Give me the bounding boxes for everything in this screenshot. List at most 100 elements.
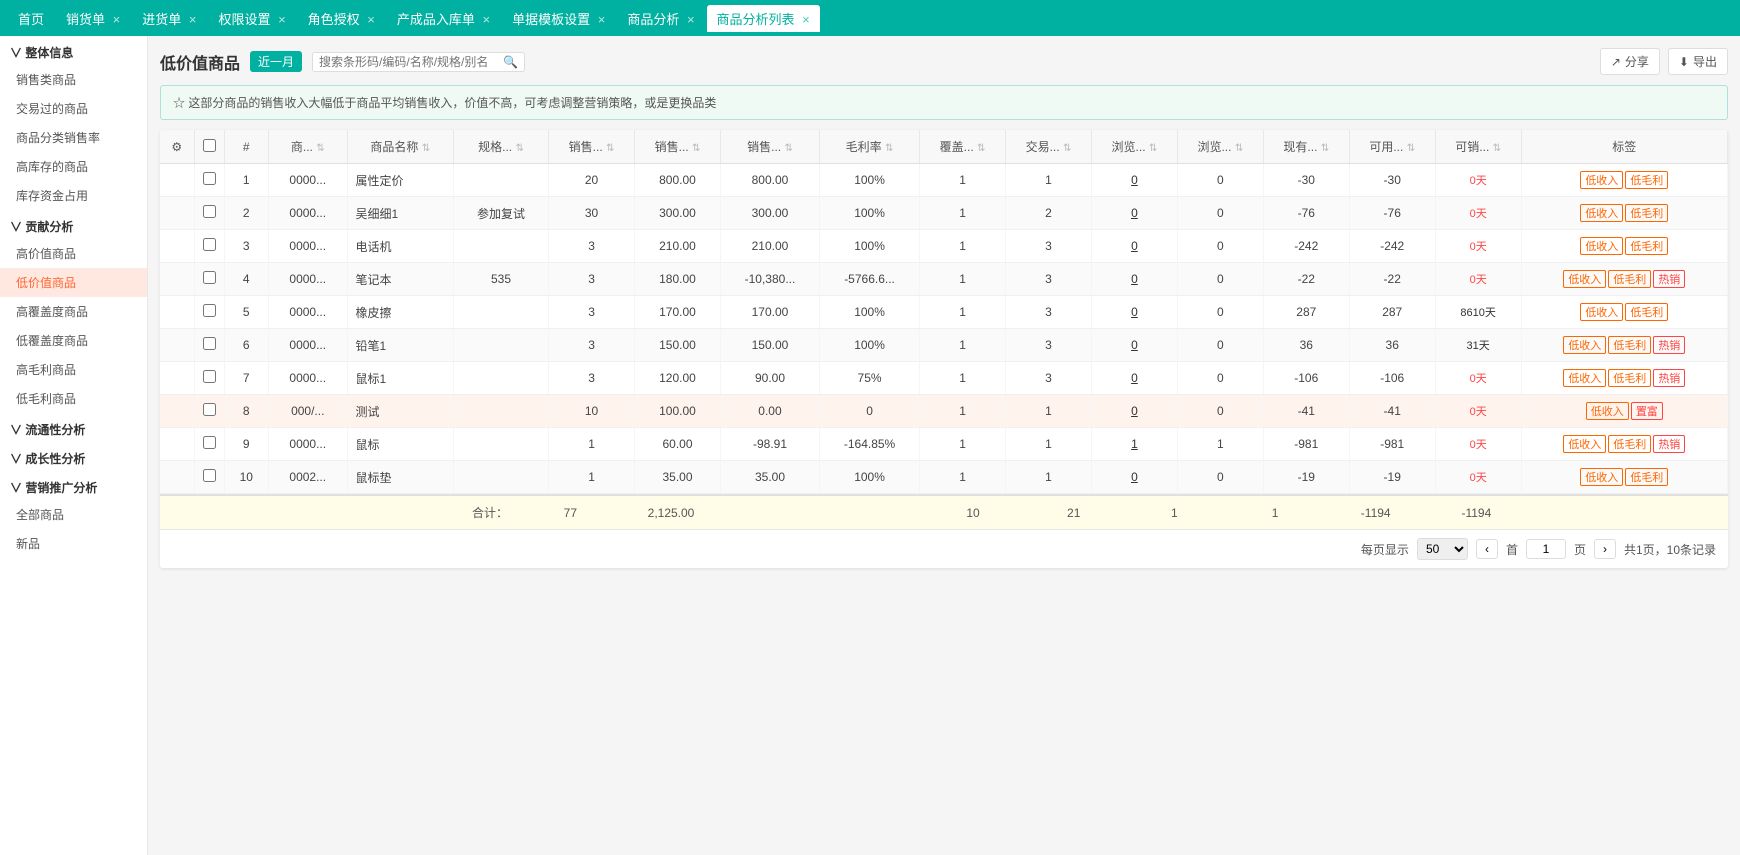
nav-sales-close[interactable]: ×: [113, 12, 121, 27]
row-checkbox-cell[interactable]: [194, 296, 224, 329]
col-checkbox[interactable]: [194, 130, 224, 164]
row-browse1[interactable]: 0: [1091, 461, 1177, 494]
nav-template-close[interactable]: ×: [598, 12, 606, 27]
nav-roles-close[interactable]: ×: [367, 12, 375, 27]
row-code: 0002...: [268, 461, 347, 494]
nav-inbound-close[interactable]: ×: [483, 12, 491, 27]
col-s2[interactable]: 销售... ⇅: [635, 130, 721, 164]
col-sellable[interactable]: 可销... ⇅: [1435, 130, 1521, 164]
row-browse1[interactable]: 0: [1091, 362, 1177, 395]
row-browse1[interactable]: 0: [1091, 164, 1177, 197]
row-checkbox[interactable]: [203, 172, 216, 185]
sidebar-group-overall[interactable]: ∨ 整体信息: [0, 36, 147, 65]
col-stock2[interactable]: 可用... ⇅: [1349, 130, 1435, 164]
row-browse1[interactable]: 0: [1091, 197, 1177, 230]
row-checkbox-cell[interactable]: [194, 395, 224, 428]
col-spec[interactable]: 规格... ⇅: [453, 130, 548, 164]
nav-goods-analysis[interactable]: 商品分析 ×: [617, 5, 704, 32]
search-icon[interactable]: 🔍: [503, 55, 518, 69]
sidebar-item-high-coverage[interactable]: 高覆盖度商品: [0, 297, 147, 326]
share-btn[interactable]: ↗ 分享: [1600, 48, 1660, 75]
row-checkbox[interactable]: [203, 304, 216, 317]
row-checkbox[interactable]: [203, 370, 216, 383]
sidebar-item-low-value[interactable]: 低价值商品: [0, 268, 147, 297]
row-checkbox[interactable]: [203, 469, 216, 482]
row-checkbox-cell[interactable]: [194, 263, 224, 296]
col-browse1[interactable]: 浏览... ⇅: [1091, 130, 1177, 164]
table-row: 5 0000... 橡皮擦 3 170.00 170.00 100% 1 3 0…: [160, 296, 1728, 329]
nav-inbound[interactable]: 产成品入库单 ×: [387, 5, 500, 32]
row-checkbox[interactable]: [203, 403, 216, 416]
row-checkbox-cell[interactable]: [194, 197, 224, 230]
settings-cell: [160, 362, 194, 395]
col-cover[interactable]: 覆盖... ⇅: [920, 130, 1006, 164]
nav-home[interactable]: 首页: [8, 5, 54, 32]
sidebar-item-all-goods[interactable]: 全部商品: [0, 500, 147, 529]
row-checkbox[interactable]: [203, 271, 216, 284]
nav-permissions-close[interactable]: ×: [278, 12, 286, 27]
row-checkbox[interactable]: [203, 337, 216, 350]
nav-purchase[interactable]: 进货单 ×: [132, 5, 206, 32]
search-input[interactable]: [319, 55, 499, 69]
row-checkbox-cell[interactable]: [194, 329, 224, 362]
row-num: 8: [224, 395, 268, 428]
row-browse1[interactable]: 0: [1091, 296, 1177, 329]
sidebar-item-new-goods[interactable]: 新品: [0, 529, 147, 558]
first-page-btn[interactable]: ‹: [1476, 539, 1498, 559]
row-checkbox[interactable]: [203, 205, 216, 218]
col-s3[interactable]: 销售... ⇅: [720, 130, 819, 164]
row-checkbox-cell[interactable]: [194, 362, 224, 395]
row-spec: [453, 164, 548, 197]
sidebar-item-sales-goods[interactable]: 销售类商品: [0, 65, 147, 94]
row-checkbox-cell[interactable]: [194, 461, 224, 494]
table-header: ⚙ # 商... ⇅ 商品名称 ⇅ 规格... ⇅ 销售... ⇅ 销售... …: [160, 130, 1728, 164]
col-browse2[interactable]: 浏览... ⇅: [1177, 130, 1263, 164]
col-s1[interactable]: 销售... ⇅: [549, 130, 635, 164]
tag-label: 低收入: [1563, 270, 1606, 288]
row-browse1[interactable]: 0: [1091, 395, 1177, 428]
sidebar-group-marketing[interactable]: ∨ 营销推广分析: [0, 471, 147, 500]
row-browse1[interactable]: 0: [1091, 263, 1177, 296]
page-size-select[interactable]: 50 100 200: [1417, 538, 1468, 560]
time-filter-btn[interactable]: 近一月: [250, 51, 302, 72]
row-browse1[interactable]: 0: [1091, 329, 1177, 362]
sidebar-item-high-stock[interactable]: 高库存的商品: [0, 152, 147, 181]
row-stock2: 287: [1349, 296, 1435, 329]
select-all-checkbox[interactable]: [203, 139, 216, 152]
row-checkbox[interactable]: [203, 436, 216, 449]
col-stock1[interactable]: 现有... ⇅: [1263, 130, 1349, 164]
nav-purchase-close[interactable]: ×: [189, 12, 197, 27]
row-browse1[interactable]: 0: [1091, 230, 1177, 263]
sidebar-item-low-margin[interactable]: 低毛利商品: [0, 384, 147, 413]
sidebar-item-stock-capital[interactable]: 库存资金占用: [0, 181, 147, 210]
col-settings[interactable]: ⚙: [160, 130, 194, 164]
nav-roles[interactable]: 角色授权 ×: [298, 5, 385, 32]
nav-goods-list-close[interactable]: ×: [802, 12, 810, 27]
row-checkbox-cell[interactable]: [194, 428, 224, 461]
row-checkbox[interactable]: [203, 238, 216, 251]
col-name[interactable]: 商品名称 ⇅: [347, 130, 453, 164]
nav-permissions[interactable]: 权限设置 ×: [208, 5, 295, 32]
sidebar-item-low-coverage[interactable]: 低覆盖度商品: [0, 326, 147, 355]
row-checkbox-cell[interactable]: [194, 164, 224, 197]
page-input[interactable]: [1526, 539, 1566, 559]
sidebar-item-traded-goods[interactable]: 交易过的商品: [0, 94, 147, 123]
sidebar-group-contribution[interactable]: ∨ 贡献分析: [0, 210, 147, 239]
nav-goods-list[interactable]: 商品分析列表 ×: [707, 5, 820, 32]
sidebar-item-high-margin[interactable]: 高毛利商品: [0, 355, 147, 384]
row-checkbox-cell[interactable]: [194, 230, 224, 263]
sidebar-group-circulation[interactable]: ∨ 流通性分析: [0, 413, 147, 442]
sidebar-item-high-value[interactable]: 高价值商品: [0, 239, 147, 268]
sidebar-group-growth[interactable]: ∨ 成长性分析: [0, 442, 147, 471]
sidebar-item-category-rate[interactable]: 商品分类销售率: [0, 123, 147, 152]
next-page-btn[interactable]: ›: [1594, 539, 1616, 559]
col-gross[interactable]: 毛利率 ⇅: [820, 130, 920, 164]
col-trade[interactable]: 交易... ⇅: [1006, 130, 1092, 164]
nav-goods-analysis-close[interactable]: ×: [687, 12, 695, 27]
nav-sales[interactable]: 销货单 ×: [56, 5, 130, 32]
row-browse1[interactable]: 1: [1091, 428, 1177, 461]
row-gross: 0: [820, 395, 920, 428]
col-code[interactable]: 商... ⇅: [268, 130, 347, 164]
nav-template[interactable]: 单据模板设置 ×: [502, 5, 615, 32]
export-btn[interactable]: ⬇ 导出: [1668, 48, 1728, 75]
